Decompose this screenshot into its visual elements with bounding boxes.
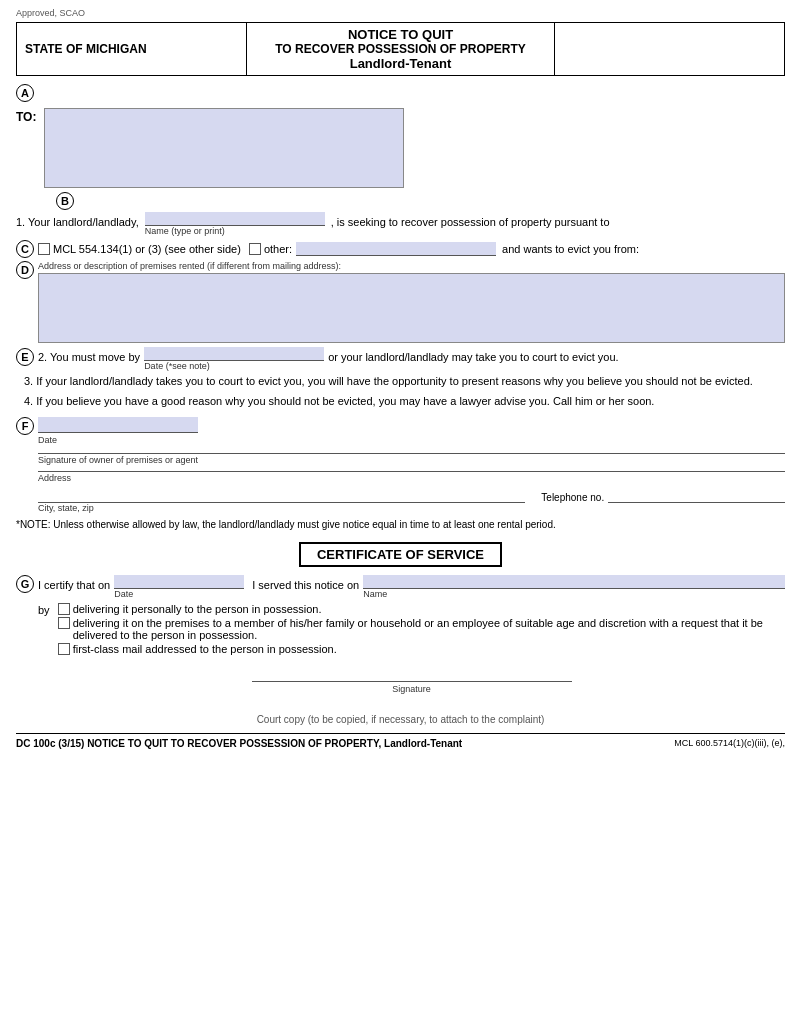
certify-name-label: Name <box>363 589 785 599</box>
sig-owner-section: Signature of owner of premises or agent <box>38 453 785 465</box>
title-cell: NOTICE TO QUIT TO RECOVER POSSESSION OF … <box>247 23 554 76</box>
delivery3-checkbox[interactable] <box>58 643 70 655</box>
delivery2-row: delivering it on the premises to a membe… <box>58 617 785 641</box>
line2-suffix: or your landlord/landlady may take you t… <box>328 351 618 363</box>
section-g-label: G <box>16 575 34 593</box>
title-line1: NOTICE TO QUIT <box>255 27 545 42</box>
cert-header: CERTIFICATE OF SERVICE <box>16 542 785 567</box>
approved-bar: Approved, SCAO <box>16 8 785 18</box>
delivery1-text: delivering it personally to the person i… <box>73 603 322 615</box>
line4-text: 4. If you believe you have a good reason… <box>24 395 654 407</box>
line3-text: 3. If your landlord/landlady takes you t… <box>24 375 753 387</box>
address-section: Address <box>38 471 785 483</box>
city-section: City, state, zip <box>38 489 525 513</box>
section-e-row: E 2. You must move by Date (*see note) o… <box>16 347 785 371</box>
title-line2: TO RECOVER POSSESSION OF PROPERTY <box>255 42 545 56</box>
section-f-label: F <box>16 417 34 435</box>
footer-right: MCL 600.5714(1)(c)(iii), (e), <box>674 738 785 749</box>
court-copy-text: Court copy (to be copied, if necessary, … <box>257 714 545 725</box>
section-c-row: C MCL 554.134(1) or (3) (see other side)… <box>16 240 785 258</box>
landlord-name-input[interactable] <box>145 212 325 226</box>
move-by-date-input[interactable] <box>144 347 324 361</box>
mcl-text: MCL 554.134(1) or (3) (see other side) <box>53 243 241 255</box>
delivery-options: delivering it personally to the person i… <box>58 603 785 661</box>
by-row: by delivering it personally to the perso… <box>38 603 785 661</box>
line2-prefix: 2. You must move by <box>38 351 140 363</box>
city-label: City, state, zip <box>38 503 525 513</box>
delivery3-row: first-class mail addressed to the person… <box>58 643 785 655</box>
page: Approved, SCAO STATE OF MICHIGAN NOTICE … <box>0 0 801 1024</box>
address-line <box>38 471 785 472</box>
certify-row: I certify that on Date I served this not… <box>38 575 785 599</box>
date-field-input[interactable] <box>38 417 198 433</box>
section-b-row: B <box>56 192 785 210</box>
footer-left: DC 100c (3/15) NOTICE TO QUIT TO RECOVER… <box>16 738 462 749</box>
footer-bar: DC 100c (3/15) NOTICE TO QUIT TO RECOVER… <box>16 733 785 749</box>
date-note: Date (*see note) <box>144 361 324 371</box>
sig-line <box>38 453 785 454</box>
city-phone-row: City, state, zip Telephone no. <box>38 489 785 513</box>
other-suffix: and wants to evict you from: <box>502 243 639 255</box>
mcl-checkbox[interactable] <box>38 243 50 255</box>
note-text: *NOTE: Unless otherwise allowed by law, … <box>16 519 785 530</box>
title-line3: Landlord-Tenant <box>255 56 545 71</box>
section-d-row: D Address or description of premises ren… <box>16 261 785 343</box>
state-label: STATE OF MICHIGAN <box>25 42 147 56</box>
to-input-box[interactable] <box>44 108 404 188</box>
cert-sig-section: Signature <box>38 681 785 694</box>
section-c-label: C <box>16 240 34 258</box>
section-b-label: B <box>56 192 74 210</box>
section-a-label: A <box>16 84 34 102</box>
phone-input[interactable] <box>608 489 785 503</box>
section-g-row: G I certify that on Date I served this n… <box>16 575 785 694</box>
section-f-row: F Date Signature of owner of premises or… <box>16 417 785 513</box>
delivery3-text: first-class mail addressed to the person… <box>73 643 337 655</box>
premises-label: Address or description of premises rente… <box>38 261 785 271</box>
cert-sig-line <box>252 681 572 682</box>
line1-suffix: , is seeking to recover possession of pr… <box>331 216 610 228</box>
section-d-label: D <box>16 261 34 279</box>
to-label: TO: <box>16 110 36 124</box>
line1-row: 1. Your landlord/landlady, Name (type or… <box>16 212 785 236</box>
premises-input[interactable] <box>38 273 785 343</box>
telephone-label: Telephone no. <box>541 492 604 503</box>
certify-name-input[interactable] <box>363 575 785 589</box>
cert-sig-label: Signature <box>38 684 785 694</box>
section-e-label: E <box>16 348 34 366</box>
other-label: other: <box>264 243 292 255</box>
certify-date-label: Date <box>114 589 244 599</box>
header-table: STATE OF MICHIGAN NOTICE TO QUIT TO RECO… <box>16 22 785 76</box>
certify-prefix: I certify that on <box>38 579 110 591</box>
cert-title: CERTIFICATE OF SERVICE <box>299 542 502 567</box>
address-label: Address <box>38 473 785 483</box>
city-input[interactable] <box>38 489 525 503</box>
sig-label: Signature of owner of premises or agent <box>38 455 785 465</box>
certify-middle: I served this notice on <box>252 579 359 591</box>
line4-row: 4. If you believe you have a good reason… <box>24 395 785 407</box>
other-checkbox[interactable] <box>249 243 261 255</box>
delivery2-checkbox[interactable] <box>58 617 70 629</box>
header-blank-cell <box>554 23 784 76</box>
delivery2-text: delivering it on the premises to a membe… <box>73 617 785 641</box>
line1-prefix: 1. Your landlord/landlady, <box>16 216 139 228</box>
f-date-label: Date <box>38 435 785 445</box>
other-input[interactable] <box>296 242 496 256</box>
delivery1-checkbox[interactable] <box>58 603 70 615</box>
to-section: TO: <box>16 108 785 188</box>
line3-row: 3. If your landlord/landlady takes you t… <box>24 375 785 387</box>
section-a-row: A <box>16 84 785 102</box>
phone-section: Telephone no. <box>541 489 785 513</box>
name-field-label: Name (type or print) <box>145 226 325 236</box>
delivery1-row: delivering it personally to the person i… <box>58 603 785 615</box>
certify-date-input[interactable] <box>114 575 244 589</box>
court-copy-note: Court copy (to be copied, if necessary, … <box>16 714 785 725</box>
by-label: by <box>38 604 50 616</box>
state-cell: STATE OF MICHIGAN <box>17 23 247 76</box>
